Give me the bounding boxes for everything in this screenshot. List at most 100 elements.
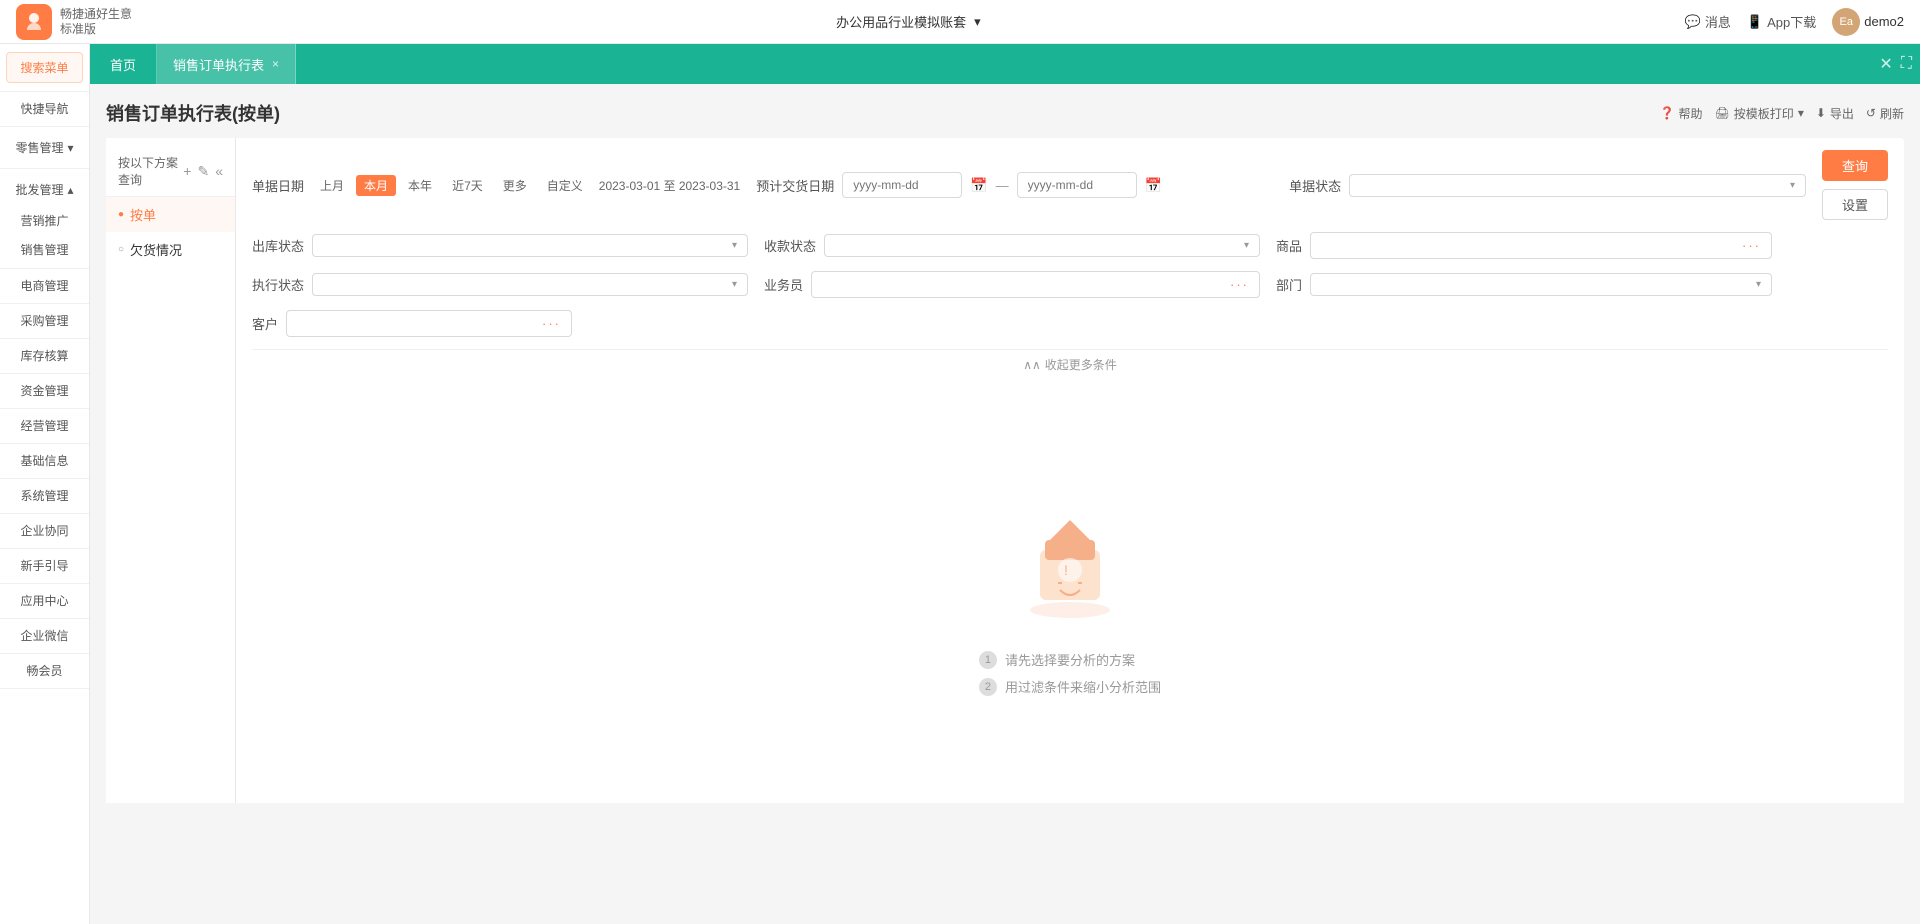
sidebar-item-app-center[interactable]: 应用中心 — [0, 584, 89, 619]
message-button[interactable]: 💬 消息 — [1685, 12, 1731, 31]
order-status-select[interactable]: ▾ — [1349, 174, 1806, 197]
ship-status-select[interactable]: ▾ — [312, 234, 748, 257]
filter-row-2: 出库状态 ▾ 收款状态 — [252, 232, 1888, 259]
dept-select[interactable]: ▾ — [1310, 273, 1772, 296]
tab-close-icon[interactable]: × — [272, 58, 279, 70]
tab-maximize-icon[interactable]: ⛶ — [1901, 55, 1912, 73]
date-tab-last-7-days[interactable]: 近7天 — [444, 175, 491, 196]
retail-expand-icon: ▾ — [67, 141, 73, 155]
sidebar-item-enterprise-wechat[interactable]: 企业微信 — [0, 619, 89, 654]
scheme-item-by-debt[interactable]: ○ 欠货情况 — [106, 232, 235, 267]
sidebar-item-quick-nav[interactable]: 快捷导航 — [0, 92, 89, 127]
collapse-panel-icon[interactable]: « — [215, 163, 223, 180]
search-menu-button[interactable]: 搜索菜单 — [6, 52, 83, 83]
logo-text: 畅捷通好生意 标准版 — [60, 7, 132, 36]
date-tab-last-month[interactable]: 上月 — [312, 175, 352, 196]
filter-group-dept: 部门 ▾ — [1276, 273, 1772, 296]
date-tab-this-month[interactable]: 本月 — [356, 175, 396, 196]
user-name: demo2 — [1864, 14, 1904, 29]
sidebar-item-batch-mgmt[interactable]: 批发管理 ▴ — [0, 173, 89, 206]
sidebar-section-retail: 零售管理 ▾ — [0, 127, 89, 169]
sidebar-item-purchase[interactable]: 采购管理 — [0, 304, 89, 339]
sidebar-item-basic-info[interactable]: 基础信息 — [0, 444, 89, 479]
filter-row-1: 单据日期 上月 本月 本年 近7天 更多 自定义 — [252, 150, 1888, 220]
goods-label: 商品 — [1276, 236, 1302, 255]
edit-scheme-icon[interactable]: ✎ — [197, 163, 209, 180]
customer-label: 客户 — [252, 314, 278, 333]
refresh-button[interactable]: ↺ 刷新 — [1866, 105, 1904, 122]
filter-group-date: 单据日期 上月 本月 本年 近7天 更多 自定义 — [252, 175, 740, 196]
date-tab-custom[interactable]: 自定义 — [539, 175, 591, 196]
sidebar-item-inventory[interactable]: 库存核算 — [0, 339, 89, 374]
query-btn-group: 查询 设置 — [1822, 150, 1888, 220]
add-scheme-icon[interactable]: + — [183, 163, 191, 180]
receive-status-select[interactable]: ▾ — [824, 234, 1260, 257]
print-dropdown-icon: ▾ — [1798, 106, 1804, 120]
sidebar-item-member[interactable]: 畅会员 — [0, 654, 89, 689]
filter-group-ship-status: 出库状态 ▾ — [252, 234, 748, 257]
sidebar-item-ecommerce[interactable]: 电商管理 — [0, 269, 89, 304]
sidebar-sub-item-marketing[interactable]: 营销推广 — [0, 206, 89, 235]
page-header: 销售订单执行表(按单) ❓ 帮助 🖨 按模板打印 ▾ ⬇ — [106, 100, 1904, 126]
expected-date-from-input[interactable] — [842, 172, 962, 198]
calendar-to-icon[interactable]: 📅 — [1145, 177, 1162, 194]
dept-label: 部门 — [1276, 275, 1302, 294]
page-content: 销售订单执行表(按单) ❓ 帮助 🖨 按模板打印 ▾ ⬇ — [90, 84, 1920, 924]
topbar-page-title: 办公用品行业模拟账套 — [836, 12, 966, 31]
query-button[interactable]: 查询 — [1822, 150, 1888, 181]
settings-button[interactable]: 设置 — [1822, 189, 1888, 220]
salesperson-input[interactable]: ··· — [811, 271, 1260, 298]
date-tab-this-year[interactable]: 本年 — [400, 175, 440, 196]
topbar-center: 办公用品行业模拟账套 ▾ — [132, 12, 1685, 31]
calendar-from-icon[interactable]: 📅 — [970, 177, 987, 194]
topbar-dropdown-icon[interactable]: ▾ — [974, 14, 981, 30]
template-print-button[interactable]: 🖨 按模板打印 ▾ — [1715, 105, 1804, 122]
filter-group-receive-status: 收款状态 ▾ — [764, 234, 1260, 257]
app-download-button[interactable]: 📱 App下载 — [1747, 12, 1816, 31]
user-profile[interactable]: Ea demo2 — [1832, 8, 1904, 36]
customer-more-icon[interactable]: ··· — [542, 316, 561, 331]
sidebar-item-new-user[interactable]: 新手引导 — [0, 549, 89, 584]
filter-group-expected-date: 预计交货日期 📅 — 📅 — [756, 172, 1273, 198]
sidebar-item-enterprise[interactable]: 企业协同 — [0, 514, 89, 549]
sidebar-search-section: 搜索菜单 — [0, 44, 89, 92]
empty-tip-2: 2 用过滤条件来缩小分析范围 — [979, 677, 1161, 696]
goods-more-icon[interactable]: ··· — [1742, 238, 1761, 253]
goods-input[interactable]: ··· — [1310, 232, 1772, 259]
content-split: 按以下方案查询 + ✎ « ● 按单 ○ — [106, 138, 1904, 803]
batch-expand-icon: ▴ — [67, 183, 73, 197]
filter-panel: 单据日期 上月 本月 本年 近7天 更多 自定义 — [236, 138, 1904, 391]
export-icon: ⬇ — [1816, 106, 1826, 120]
filter-group-customer: 客户 ··· — [252, 310, 572, 337]
customer-input[interactable]: ··· — [286, 310, 572, 337]
sidebar-item-retail-mgmt[interactable]: 零售管理 ▾ — [0, 131, 89, 164]
svg-text:!: ! — [1064, 562, 1068, 578]
tab-sales-order-exec[interactable]: 销售订单执行表 × — [157, 44, 296, 84]
date-tab-more[interactable]: 更多 — [495, 175, 535, 196]
tab-home[interactable]: 首页 — [90, 44, 157, 84]
help-icon: ❓ — [1660, 106, 1675, 120]
print-icon: 🖨 — [1715, 106, 1730, 120]
sidebar-item-sys-mgmt[interactable]: 系统管理 — [0, 479, 89, 514]
topbar-right: 💬 消息 📱 App下载 Ea demo2 — [1685, 8, 1904, 36]
export-button[interactable]: ⬇ 导出 — [1816, 105, 1854, 122]
exec-status-label: 执行状态 — [252, 275, 304, 294]
salesperson-more-icon[interactable]: ··· — [1230, 277, 1249, 292]
expected-date-to-input[interactable] — [1017, 172, 1137, 198]
collapse-bar[interactable]: ∧∧ 收起更多条件 — [252, 349, 1888, 379]
sidebar-sub-item-sales-mgmt[interactable]: 销售管理 — [0, 235, 89, 264]
sidebar-item-finance[interactable]: 资金管理 — [0, 374, 89, 409]
scheme-item-by-order[interactable]: ● 按单 — [106, 197, 235, 232]
date-label: 单据日期 — [252, 176, 304, 195]
topbar: 畅捷通好生意 标准版 办公用品行业模拟账套 ▾ 💬 消息 📱 App下载 Ea … — [0, 0, 1920, 44]
tab-bar-right: ✕ ⛶ — [1879, 54, 1920, 74]
date-range-display: 2023-03-01 至 2023-03-31 — [599, 177, 740, 194]
sidebar-item-operations[interactable]: 经营管理 — [0, 409, 89, 444]
page-inner: 销售订单执行表(按单) ❓ 帮助 🖨 按模板打印 ▾ ⬇ — [90, 84, 1920, 819]
filter-row-3: 执行状态 ▾ 业务员 — [252, 271, 1888, 298]
help-button[interactable]: ❓ 帮助 — [1660, 105, 1703, 122]
exec-status-dropdown-icon: ▾ — [732, 279, 737, 290]
scheme-item-by-debt-icon: ○ — [118, 244, 124, 255]
exec-status-select[interactable]: ▾ — [312, 273, 748, 296]
tab-close-window-icon[interactable]: ✕ — [1879, 54, 1892, 74]
